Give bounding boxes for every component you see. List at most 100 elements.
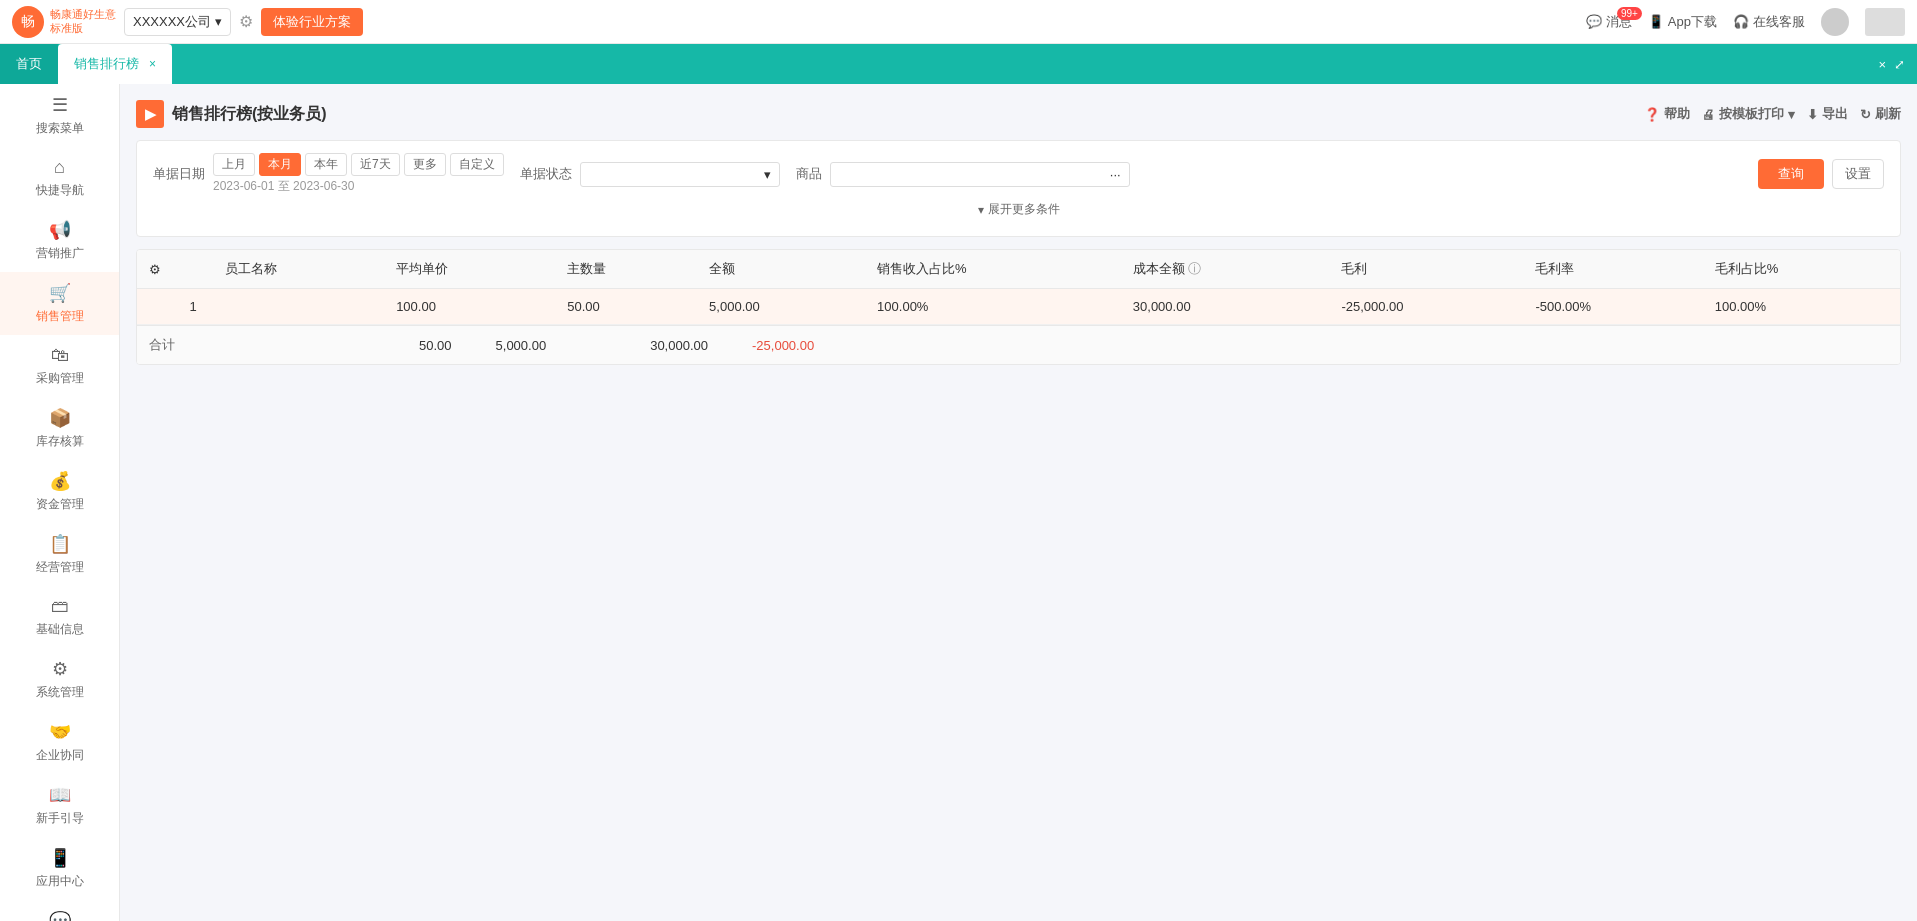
status-filter: 单据状态 ▾	[520, 162, 780, 187]
cell-gross-margin: -500.00%	[1523, 289, 1702, 325]
date-btn-more[interactable]: 更多	[404, 153, 446, 176]
date-btn-thismonth[interactable]: 本月	[259, 153, 301, 176]
export-button[interactable]: ⬇ 导出	[1807, 105, 1848, 123]
date-range: 2023-06-01 至 2023-06-30	[213, 178, 504, 195]
cost-info-icon[interactable]: ⓘ	[1188, 261, 1201, 276]
date-btn-thisyear[interactable]: 本年	[305, 153, 347, 176]
sidebar-item-operation[interactable]: 📋 经营管理	[0, 523, 119, 586]
sidebar-item-sales[interactable]: 🛒 销售管理	[0, 272, 119, 335]
cell-gross-pct: 100.00%	[1703, 289, 1900, 325]
collab-icon: 🤝	[49, 721, 71, 743]
sidebar-item-purchase[interactable]: 🛍 采购管理	[0, 335, 119, 397]
message-area[interactable]: 💬 消息 99+	[1586, 13, 1632, 31]
tab-home-label: 首页	[16, 55, 42, 73]
date-btn-lastmonth[interactable]: 上月	[213, 153, 255, 176]
filter-buttons: 查询 设置	[1758, 159, 1884, 189]
date-btn-custom[interactable]: 自定义	[450, 153, 504, 176]
cell-cost-amt: 30,000.00	[1121, 289, 1330, 325]
settings-icon[interactable]: ⚙	[239, 12, 253, 31]
print-label: 按模板打印	[1719, 105, 1784, 123]
page-title: 销售排行榜(按业务员)	[172, 104, 327, 125]
window-close-icon[interactable]: ×	[1878, 57, 1886, 72]
sidebar-item-system-label: 系统管理	[36, 684, 84, 701]
sidebar-item-system[interactable]: ⚙ 系统管理	[0, 648, 119, 711]
company-select[interactable]: XXXXXX公司 ▾	[124, 8, 231, 36]
sidebar-item-weixin[interactable]: 💬 企业微信	[0, 900, 119, 921]
system-icon: ⚙	[52, 658, 68, 680]
sidebar-item-marketing[interactable]: 📢 营销推广	[0, 209, 119, 272]
basic-icon: 🗃	[51, 596, 69, 617]
footer-qty-value: 50.00	[419, 338, 452, 353]
operation-icon: 📋	[49, 533, 71, 555]
help-button[interactable]: ❓ 帮助	[1644, 105, 1690, 123]
sidebar-item-appcenter[interactable]: 📱 应用中心	[0, 837, 119, 900]
avg-price-value: 100.00	[396, 299, 436, 314]
company-name: XXXXXX公司	[133, 13, 211, 31]
online-service[interactable]: 🎧 在线客服	[1733, 13, 1805, 31]
headset-icon: 🎧	[1733, 14, 1749, 29]
col-settings[interactable]: ⚙	[137, 250, 173, 289]
nav-tabs: 首页 销售排行榜 × × ⤢	[0, 44, 1917, 84]
expand-more[interactable]: ▾ 展开更多条件	[153, 195, 1884, 224]
col-settings-icon[interactable]: ⚙	[149, 262, 161, 277]
help-icon: ❓	[1644, 107, 1660, 122]
footer-amount-value: 5,000.00	[496, 338, 547, 353]
sidebar-item-shortcut[interactable]: ⌂ 快捷导航	[0, 147, 119, 209]
cost-amt-value: 30,000.00	[1133, 299, 1191, 314]
refresh-button[interactable]: ↻ 刷新	[1860, 105, 1901, 123]
tab-sales-rank[interactable]: 销售排行榜 ×	[58, 44, 172, 84]
table-footer: 合计 50.00 5,000.00 30,000.00 -25,000.00	[137, 325, 1900, 364]
status-arrow: ▾	[764, 167, 771, 182]
query-button[interactable]: 查询	[1758, 159, 1824, 189]
trial-button[interactable]: 体验行业方案	[261, 8, 363, 36]
sidebar-item-collab-label: 企业协同	[36, 747, 84, 764]
finance-icon: 💰	[49, 470, 71, 492]
main-layout: ☰ 搜索菜单 ⌂ 快捷导航 📢 营销推广 🛒 销售管理 🛍 采购管理 📦 库存核…	[0, 84, 1917, 921]
date-label: 单据日期	[153, 165, 205, 183]
table-row: 1 100.00 50.00	[137, 289, 1900, 325]
sales-icon: 🛒	[49, 282, 71, 304]
sidebar-item-purchase-label: 采购管理	[36, 370, 84, 387]
sidebar-item-collab[interactable]: 🤝 企业协同	[0, 711, 119, 774]
date-btn-7days[interactable]: 近7天	[351, 153, 400, 176]
cell-gross-profit: -25,000.00	[1329, 289, 1523, 325]
weixin-icon: 💬	[49, 910, 71, 921]
sidebar-item-search-label: 搜索菜单	[36, 120, 84, 137]
sidebar-item-sales-label: 销售管理	[36, 308, 84, 325]
cell-name	[213, 289, 384, 325]
sidebar-item-basic[interactable]: 🗃 基础信息	[0, 586, 119, 648]
filter-settings-button[interactable]: 设置	[1832, 159, 1884, 189]
app-download[interactable]: 📱 App下载	[1648, 13, 1717, 31]
tab-home[interactable]: 首页	[0, 44, 58, 84]
sidebar-item-finance[interactable]: 💰 资金管理	[0, 460, 119, 523]
goods-label: 商品	[796, 165, 822, 183]
export-label: 导出	[1822, 105, 1848, 123]
expand-chevron-icon: ▾	[978, 203, 984, 217]
print-button[interactable]: 🖨 按模板打印 ▾	[1702, 105, 1795, 123]
footer-amount: 5,000.00	[496, 338, 547, 353]
sidebar-item-inventory[interactable]: 📦 库存核算	[0, 397, 119, 460]
main-content: ▶ 销售排行榜(按业务员) ❓ 帮助 🖨 按模板打印 ▾ ⬇	[120, 84, 1917, 921]
inventory-icon: 📦	[49, 407, 71, 429]
window-expand-icon[interactable]: ⤢	[1894, 57, 1905, 72]
sidebar-item-guide[interactable]: 📖 新手引导	[0, 774, 119, 837]
sidebar-item-search[interactable]: ☰ 搜索菜单	[0, 84, 119, 147]
date-filter: 单据日期 上月 本月 本年 近7天 更多 自定义 2023-06-01 至 20…	[153, 153, 504, 195]
tab-close-icon[interactable]: ×	[149, 57, 156, 71]
status-select[interactable]: ▾	[580, 162, 780, 187]
user-name-placeholder	[1865, 8, 1905, 36]
col-gross-pct: 毛利占比%	[1703, 250, 1900, 289]
gross-pct-value: 100.00%	[1715, 299, 1766, 314]
expand-icon[interactable]: ▶	[136, 100, 164, 128]
goods-input[interactable]: ···	[830, 162, 1130, 187]
sales-pct-value: 100.00%	[877, 299, 928, 314]
footer-gross-profit-value: -25,000.00	[752, 338, 814, 353]
rank-value: 1	[189, 299, 196, 314]
date-buttons: 上月 本月 本年 近7天 更多 自定义	[213, 153, 504, 176]
nav-tab-end: × ⤢	[1878, 57, 1917, 72]
cell-rank: 1	[173, 289, 213, 325]
sidebar-item-finance-label: 资金管理	[36, 496, 84, 513]
data-table-wrap: ⚙ 员工名称 平均单价 主数量 全额 销售收入占比% 成本全额 ⓘ 毛利	[136, 249, 1901, 365]
avatar[interactable]	[1821, 8, 1849, 36]
sidebar-item-shortcut-label: 快捷导航	[36, 182, 84, 199]
